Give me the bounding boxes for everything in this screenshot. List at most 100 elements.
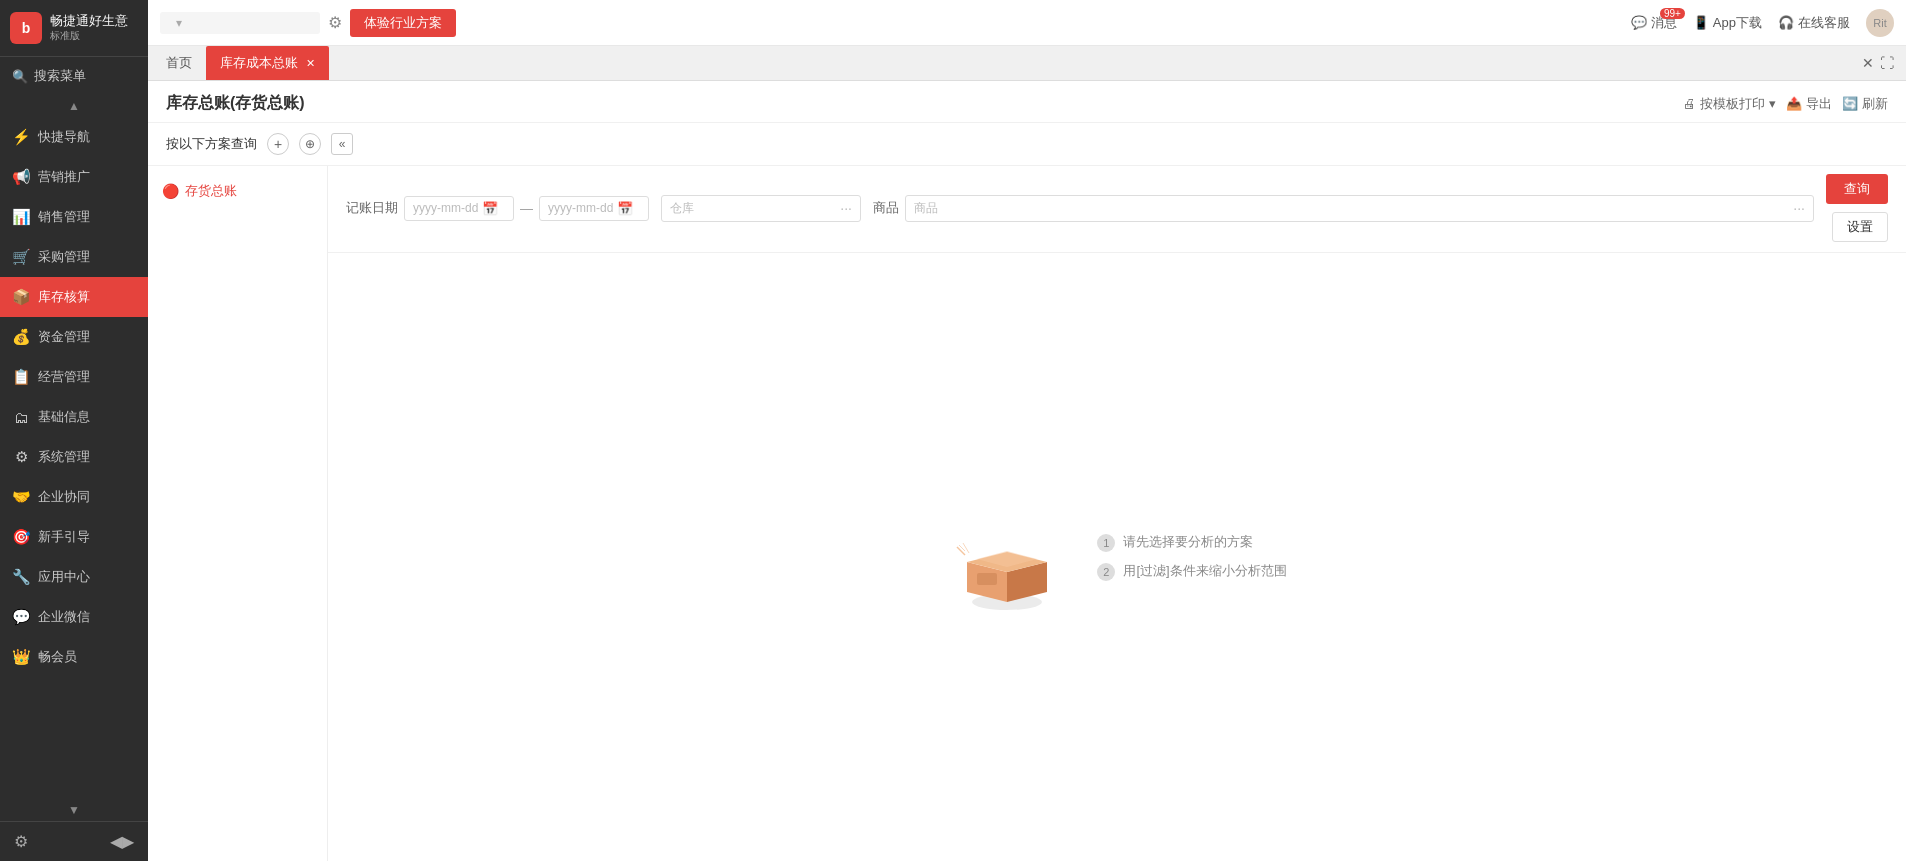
- filter-actions: 查询 设置: [1826, 174, 1888, 242]
- marketing-icon: 📢: [12, 168, 30, 186]
- sidebar-item-basic[interactable]: 🗂 基础信息: [0, 397, 148, 437]
- trial-industry-button[interactable]: 体验行业方案: [350, 9, 456, 37]
- empty-tip-2: 2 用[过滤]条件来缩小分析范围: [1097, 562, 1286, 581]
- sidebar-item-inventory[interactable]: 📦 库存核算: [0, 277, 148, 317]
- date-filter-group: 记账日期 yyyy-mm-dd 📅 — yyyy-mm-dd 📅: [346, 196, 649, 221]
- sidebar-item-finance[interactable]: 💰 资金管理: [0, 317, 148, 357]
- sidebar-scroll-down[interactable]: ▼: [0, 799, 148, 821]
- setting-button[interactable]: 设置: [1832, 212, 1888, 242]
- filter-collapse-button[interactable]: «: [331, 133, 353, 155]
- settings-icon[interactable]: ⚙: [14, 832, 28, 851]
- headset-icon: 🎧: [1778, 15, 1794, 30]
- apps-icon: 🔧: [12, 568, 30, 586]
- sidebar-item-apps[interactable]: 🔧 应用中心: [0, 557, 148, 597]
- user-avatar-area[interactable]: Rit: [1866, 9, 1894, 37]
- page-title: 库存总账(存货总账): [166, 93, 305, 114]
- sidebar-item-operation[interactable]: 📋 经营管理: [0, 357, 148, 397]
- inventory-icon: 📦: [12, 288, 30, 306]
- sidebar-item-member[interactable]: 👑 畅会员: [0, 637, 148, 677]
- filter-remove-button[interactable]: ⊕: [299, 133, 321, 155]
- logo-text: 畅捷通好生意 标准版: [50, 13, 128, 44]
- tab-home[interactable]: 首页: [152, 46, 206, 80]
- logo-icon: b: [10, 12, 42, 44]
- system-icon: ⚙: [12, 448, 30, 466]
- sidebar-scroll-up[interactable]: ▲: [0, 95, 148, 117]
- filter-add-button[interactable]: +: [267, 133, 289, 155]
- sidebar-logo: b 畅捷通好生意 标准版: [0, 0, 148, 57]
- purchase-icon: 🛒: [12, 248, 30, 266]
- goods-label: 商品: [873, 199, 899, 217]
- cooperation-icon: 🤝: [12, 488, 30, 506]
- date-end-input[interactable]: yyyy-mm-dd 📅: [539, 196, 649, 221]
- filter-bar: 按以下方案查询 + ⊕ «: [148, 123, 1906, 166]
- topbar: ▾ ⚙ 体验行业方案 💬 消息 99+ 📱 App下载 🎧 在线客服 Rit: [148, 0, 1906, 46]
- empty-illustration: [947, 497, 1067, 617]
- goods-more-icon[interactable]: ···: [1793, 200, 1805, 216]
- sidebar-item-quick-nav[interactable]: ⚡ 快捷导航: [0, 117, 148, 157]
- sidebar: b 畅捷通好生意 标准版 🔍 搜索菜单 ▲ ⚡ 快捷导航 📢 营销推广 📊 销售…: [0, 0, 148, 861]
- refresh-button[interactable]: 🔄 刷新: [1842, 95, 1888, 113]
- scheme-item-icon: 🔴: [162, 183, 179, 199]
- page-content: 库存总账(存货总账) 🖨 按模板打印 ▾ 📤 导出 🔄 刷新 按以下方案查: [148, 81, 1906, 861]
- phone-icon: 📱: [1693, 15, 1709, 30]
- goods-input[interactable]: 商品 ···: [905, 195, 1814, 222]
- svg-rect-5: [977, 573, 997, 585]
- sidebar-item-sales[interactable]: 📊 销售管理: [0, 197, 148, 237]
- calendar-end-icon[interactable]: 📅: [617, 201, 633, 216]
- svg-line-8: [963, 543, 969, 553]
- search-menu-item[interactable]: 🔍 搜索菜单: [0, 57, 148, 95]
- operation-icon: 📋: [12, 368, 30, 386]
- query-button[interactable]: 查询: [1826, 174, 1888, 204]
- print-icon: 🖨: [1683, 96, 1696, 111]
- sidebar-item-purchase[interactable]: 🛒 采购管理: [0, 237, 148, 277]
- topbar-search-area[interactable]: ▾: [160, 12, 320, 34]
- warehouse-more-icon[interactable]: ···: [840, 200, 852, 216]
- sales-icon: 📊: [12, 208, 30, 226]
- sidebar-item-guide[interactable]: 🎯 新手引导: [0, 517, 148, 557]
- scheme-item-stock-ledger[interactable]: 🔴 存货总账: [148, 174, 327, 208]
- calendar-start-icon[interactable]: 📅: [482, 201, 498, 216]
- tab-inventory-cost[interactable]: 库存成本总账 ✕: [206, 46, 329, 80]
- warehouse-input[interactable]: 仓库 ···: [661, 195, 861, 222]
- page-header: 库存总账(存货总账) 🖨 按模板打印 ▾ 📤 导出 🔄 刷新: [148, 81, 1906, 123]
- member-icon: 👑: [12, 648, 30, 666]
- guide-icon: 🎯: [12, 528, 30, 546]
- online-support-button[interactable]: 🎧 在线客服: [1778, 14, 1850, 32]
- export-icon: 📤: [1786, 96, 1802, 111]
- tab-close-panel-icon[interactable]: ✕: [1862, 55, 1874, 71]
- date-start-input[interactable]: yyyy-mm-dd 📅: [404, 196, 514, 221]
- quick-nav-icon: ⚡: [12, 128, 30, 146]
- date-label: 记账日期: [346, 199, 398, 217]
- sidebar-item-cooperation[interactable]: 🤝 企业协同: [0, 477, 148, 517]
- search-icon: 🔍: [12, 69, 28, 84]
- sidebar-footer: ⚙ ◀▶: [0, 821, 148, 861]
- content-area: 🔴 存货总账 记账日期 yyyy-mm-dd 📅 —: [148, 166, 1906, 861]
- tab-close-icon[interactable]: ✕: [306, 57, 315, 70]
- date-separator: —: [520, 201, 533, 216]
- message-icon: 💬: [1631, 15, 1647, 30]
- sidebar-item-wechat[interactable]: 💬 企业微信: [0, 597, 148, 637]
- main-area: ▾ ⚙ 体验行业方案 💬 消息 99+ 📱 App下载 🎧 在线客服 Rit: [148, 0, 1906, 861]
- topbar-right: 💬 消息 99+ 📱 App下载 🎧 在线客服 Rit: [1631, 9, 1894, 37]
- messages-button[interactable]: 💬 消息 99+: [1631, 14, 1677, 32]
- collapse-sidebar-icon[interactable]: ◀▶: [110, 832, 134, 851]
- refresh-icon: 🔄: [1842, 96, 1858, 111]
- finance-icon: 💰: [12, 328, 30, 346]
- print-dropdown-icon[interactable]: ▾: [1769, 96, 1776, 111]
- tabbar: 首页 库存成本总账 ✕ ✕ ⛶: [148, 46, 1906, 81]
- print-button[interactable]: 🖨 按模板打印 ▾: [1683, 95, 1776, 113]
- filter-label: 按以下方案查询: [166, 135, 257, 153]
- svg-line-6: [957, 547, 965, 555]
- topbar-dropdown-icon[interactable]: ▾: [176, 16, 182, 30]
- settings-gear-icon[interactable]: ⚙: [328, 13, 342, 32]
- sidebar-item-marketing[interactable]: 📢 营销推广: [0, 157, 148, 197]
- basic-icon: 🗂: [12, 409, 30, 426]
- app-download-button[interactable]: 📱 App下载: [1693, 14, 1762, 32]
- filter-row: 记账日期 yyyy-mm-dd 📅 — yyyy-mm-dd 📅: [328, 166, 1906, 253]
- warehouse-filter-group: 仓库 ···: [661, 195, 861, 222]
- tab-expand-icon[interactable]: ⛶: [1880, 55, 1894, 71]
- empty-tip-1: 1 请先选择要分析的方案: [1097, 533, 1286, 552]
- export-button[interactable]: 📤 导出: [1786, 95, 1832, 113]
- sidebar-item-system[interactable]: ⚙ 系统管理: [0, 437, 148, 477]
- goods-filter-group: 商品 商品 ···: [873, 195, 1814, 222]
